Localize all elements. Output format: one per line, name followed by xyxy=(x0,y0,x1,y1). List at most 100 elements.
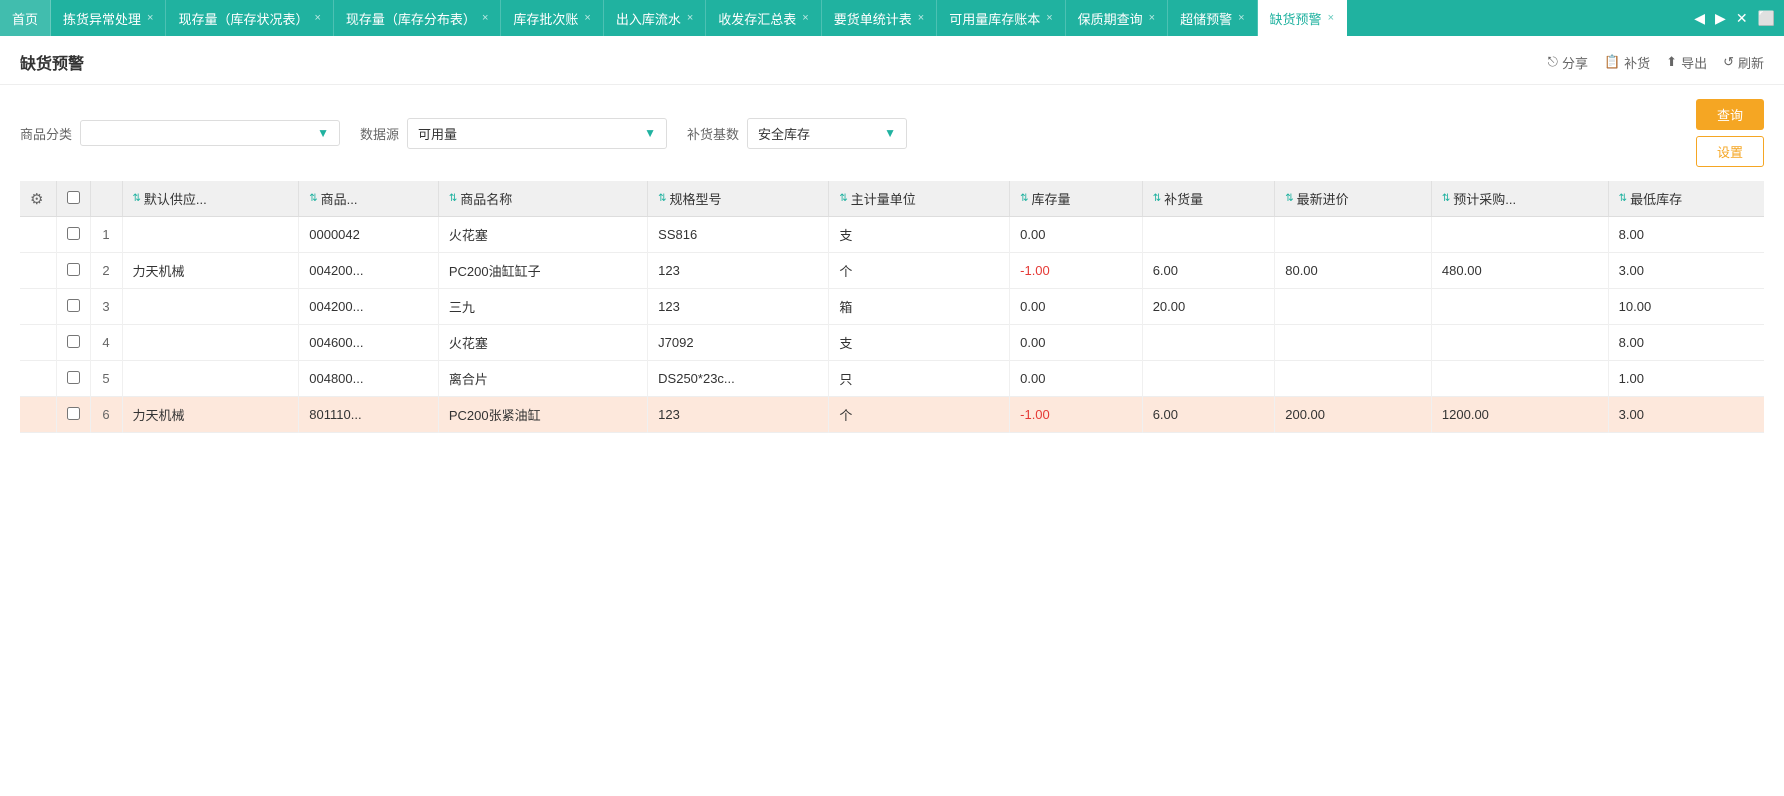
replenish-base-filter-group: 补货基数 安全库存 ▼ xyxy=(687,118,907,149)
tab-batch-account[interactable]: 库存批次账 × xyxy=(501,0,603,36)
replenish-base-select[interactable]: 安全库存 ▼ xyxy=(747,118,907,149)
row-min-stock: 1.00 xyxy=(1608,361,1764,397)
category-chevron-icon: ▼ xyxy=(317,126,329,140)
row-latest-price xyxy=(1275,361,1432,397)
table-row: 4 004600... 火花塞 J7092 支 0.00 8.00 xyxy=(20,325,1764,361)
tab-bar: 首页 拣货异常处理 × 现存量（库存状况表） × 现存量（库存分布表） × 库存… xyxy=(0,0,1784,36)
tab-stockout[interactable]: 缺货预警 × xyxy=(1258,0,1347,36)
settings-button[interactable]: 设置 xyxy=(1696,136,1764,167)
tab-inventory-dist[interactable]: 现存量（库存分布表） × xyxy=(334,0,501,36)
row-latest-price: 200.00 xyxy=(1275,397,1432,433)
row-default-supplier: 力天机械 xyxy=(122,397,299,433)
select-all-checkbox[interactable] xyxy=(67,191,80,204)
category-filter-group: 商品分类 ▼ xyxy=(20,120,340,146)
row-gear-cell xyxy=(20,253,56,289)
row-latest-price xyxy=(1275,289,1432,325)
replenish-button[interactable]: 📋 补货 xyxy=(1604,53,1650,72)
tab-next-button[interactable]: ▶ xyxy=(1710,0,1731,36)
sort-icon: ⇅ xyxy=(839,193,847,204)
datasource-chevron-icon: ▼ xyxy=(644,126,656,140)
tab-nav-buttons: ◀ ▶ ✕ ⬜ xyxy=(1685,0,1784,36)
tab-defect-handling[interactable]: 拣货异常处理 × xyxy=(51,0,166,36)
table-container: ⚙ ⇅ 默认供应... ⇅ 商 xyxy=(0,181,1784,433)
row-product-name: 离合片 xyxy=(438,361,647,397)
row-unit: 只 xyxy=(829,361,1010,397)
tab-available-ledger[interactable]: 可用量库存账本 × xyxy=(937,0,1065,36)
datasource-filter-group: 数据源 可用量 ▼ xyxy=(360,118,667,149)
datasource-select[interactable]: 可用量 ▼ xyxy=(407,118,667,149)
category-select[interactable]: ▼ xyxy=(80,120,340,146)
row-checkbox-3[interactable] xyxy=(67,335,80,348)
category-label: 商品分类 xyxy=(20,124,72,143)
row-checkbox-cell xyxy=(56,289,90,325)
row-est-purchase xyxy=(1431,289,1608,325)
row-number: 5 xyxy=(90,361,122,397)
row-checkbox-cell xyxy=(56,361,90,397)
row-replenish-qty: 20.00 xyxy=(1142,289,1275,325)
sort-icon: ⇅ xyxy=(1442,193,1450,204)
row-checkbox-2[interactable] xyxy=(67,299,80,312)
row-number: 6 xyxy=(90,397,122,433)
header-actions: ⎋ 分享 📋 补货 ⬆ 导出 ↺ 刷新 xyxy=(1548,53,1764,72)
tab-close-defect[interactable]: × xyxy=(147,12,153,24)
th-replenish-qty: ⇅ 补货量 xyxy=(1142,181,1275,217)
tab-close-batch[interactable]: × xyxy=(584,12,590,24)
row-unit: 个 xyxy=(829,397,1010,433)
tab-receive-summary[interactable]: 收发存汇总表 × xyxy=(706,0,821,36)
table-row: 6 力天机械 801110... PC200张紧油缸 123 个 -1.00 6… xyxy=(20,397,1764,433)
row-checkbox-0[interactable] xyxy=(67,227,80,240)
table-row: 2 力天机械 004200... PC200油缸缸子 123 个 -1.00 6… xyxy=(20,253,1764,289)
row-checkbox-1[interactable] xyxy=(67,263,80,276)
row-product-name: PC200张紧油缸 xyxy=(438,397,647,433)
row-min-stock: 10.00 xyxy=(1608,289,1764,325)
datasource-label: 数据源 xyxy=(360,124,399,143)
tab-close-all-button[interactable]: ✕ xyxy=(1731,0,1753,36)
row-product-code: 004600... xyxy=(299,325,439,361)
row-stock-qty: 0.00 xyxy=(1010,325,1143,361)
tab-inout-flow[interactable]: 出入库流水 × xyxy=(604,0,706,36)
tab-close-stockout[interactable]: × xyxy=(1328,12,1334,24)
tab-close-inv-dist[interactable]: × xyxy=(482,12,488,24)
row-spec: SS816 xyxy=(648,217,829,253)
tab-close-expiry[interactable]: × xyxy=(1149,12,1155,24)
row-spec: 123 xyxy=(648,397,829,433)
refresh-button[interactable]: ↺ 刷新 xyxy=(1723,53,1764,72)
row-replenish-qty xyxy=(1142,217,1275,253)
row-stock-qty: 0.00 xyxy=(1010,289,1143,325)
replenish-base-label: 补货基数 xyxy=(687,124,739,143)
sort-icon: ⇅ xyxy=(1619,193,1627,204)
query-button[interactable]: 查询 xyxy=(1696,99,1764,130)
gear-icon[interactable]: ⚙ xyxy=(30,191,43,208)
tab-close-order[interactable]: × xyxy=(918,12,924,24)
tab-close-ledger[interactable]: × xyxy=(1046,12,1052,24)
row-number: 1 xyxy=(90,217,122,253)
tab-close-receive[interactable]: × xyxy=(802,12,808,24)
row-checkbox-4[interactable] xyxy=(67,371,80,384)
share-button[interactable]: ⎋ 分享 xyxy=(1548,53,1588,72)
export-button[interactable]: ⬆ 导出 xyxy=(1666,53,1707,72)
row-est-purchase: 480.00 xyxy=(1431,253,1608,289)
row-product-code: 004200... xyxy=(299,253,439,289)
tab-close-inv-status[interactable]: × xyxy=(314,12,320,24)
row-stock-qty: -1.00 xyxy=(1010,253,1143,289)
row-product-name: 火花塞 xyxy=(438,325,647,361)
th-stock-qty: ⇅ 库存量 xyxy=(1010,181,1143,217)
tab-home[interactable]: 首页 xyxy=(0,0,51,36)
row-checkbox-cell xyxy=(56,217,90,253)
tab-close-inout[interactable]: × xyxy=(687,12,693,24)
row-replenish-qty: 6.00 xyxy=(1142,253,1275,289)
tab-overstock[interactable]: 超储预警 × xyxy=(1168,0,1257,36)
tab-expand-button[interactable]: ⬜ xyxy=(1753,0,1780,36)
replenish-base-value: 安全库存 xyxy=(758,124,810,143)
tab-close-overstock[interactable]: × xyxy=(1238,12,1244,24)
row-checkbox-5[interactable] xyxy=(67,407,80,420)
row-product-code: 801110... xyxy=(299,397,439,433)
th-default-supplier: ⇅ 默认供应... xyxy=(122,181,299,217)
tab-expiry-query[interactable]: 保质期查询 × xyxy=(1066,0,1168,36)
th-gear: ⚙ xyxy=(20,181,56,217)
tab-order-stats[interactable]: 要货单统计表 × xyxy=(822,0,937,36)
row-est-purchase xyxy=(1431,325,1608,361)
tab-inventory-status[interactable]: 现存量（库存状况表） × xyxy=(166,0,333,36)
row-gear-cell xyxy=(20,217,56,253)
tab-prev-button[interactable]: ◀ xyxy=(1689,0,1710,36)
